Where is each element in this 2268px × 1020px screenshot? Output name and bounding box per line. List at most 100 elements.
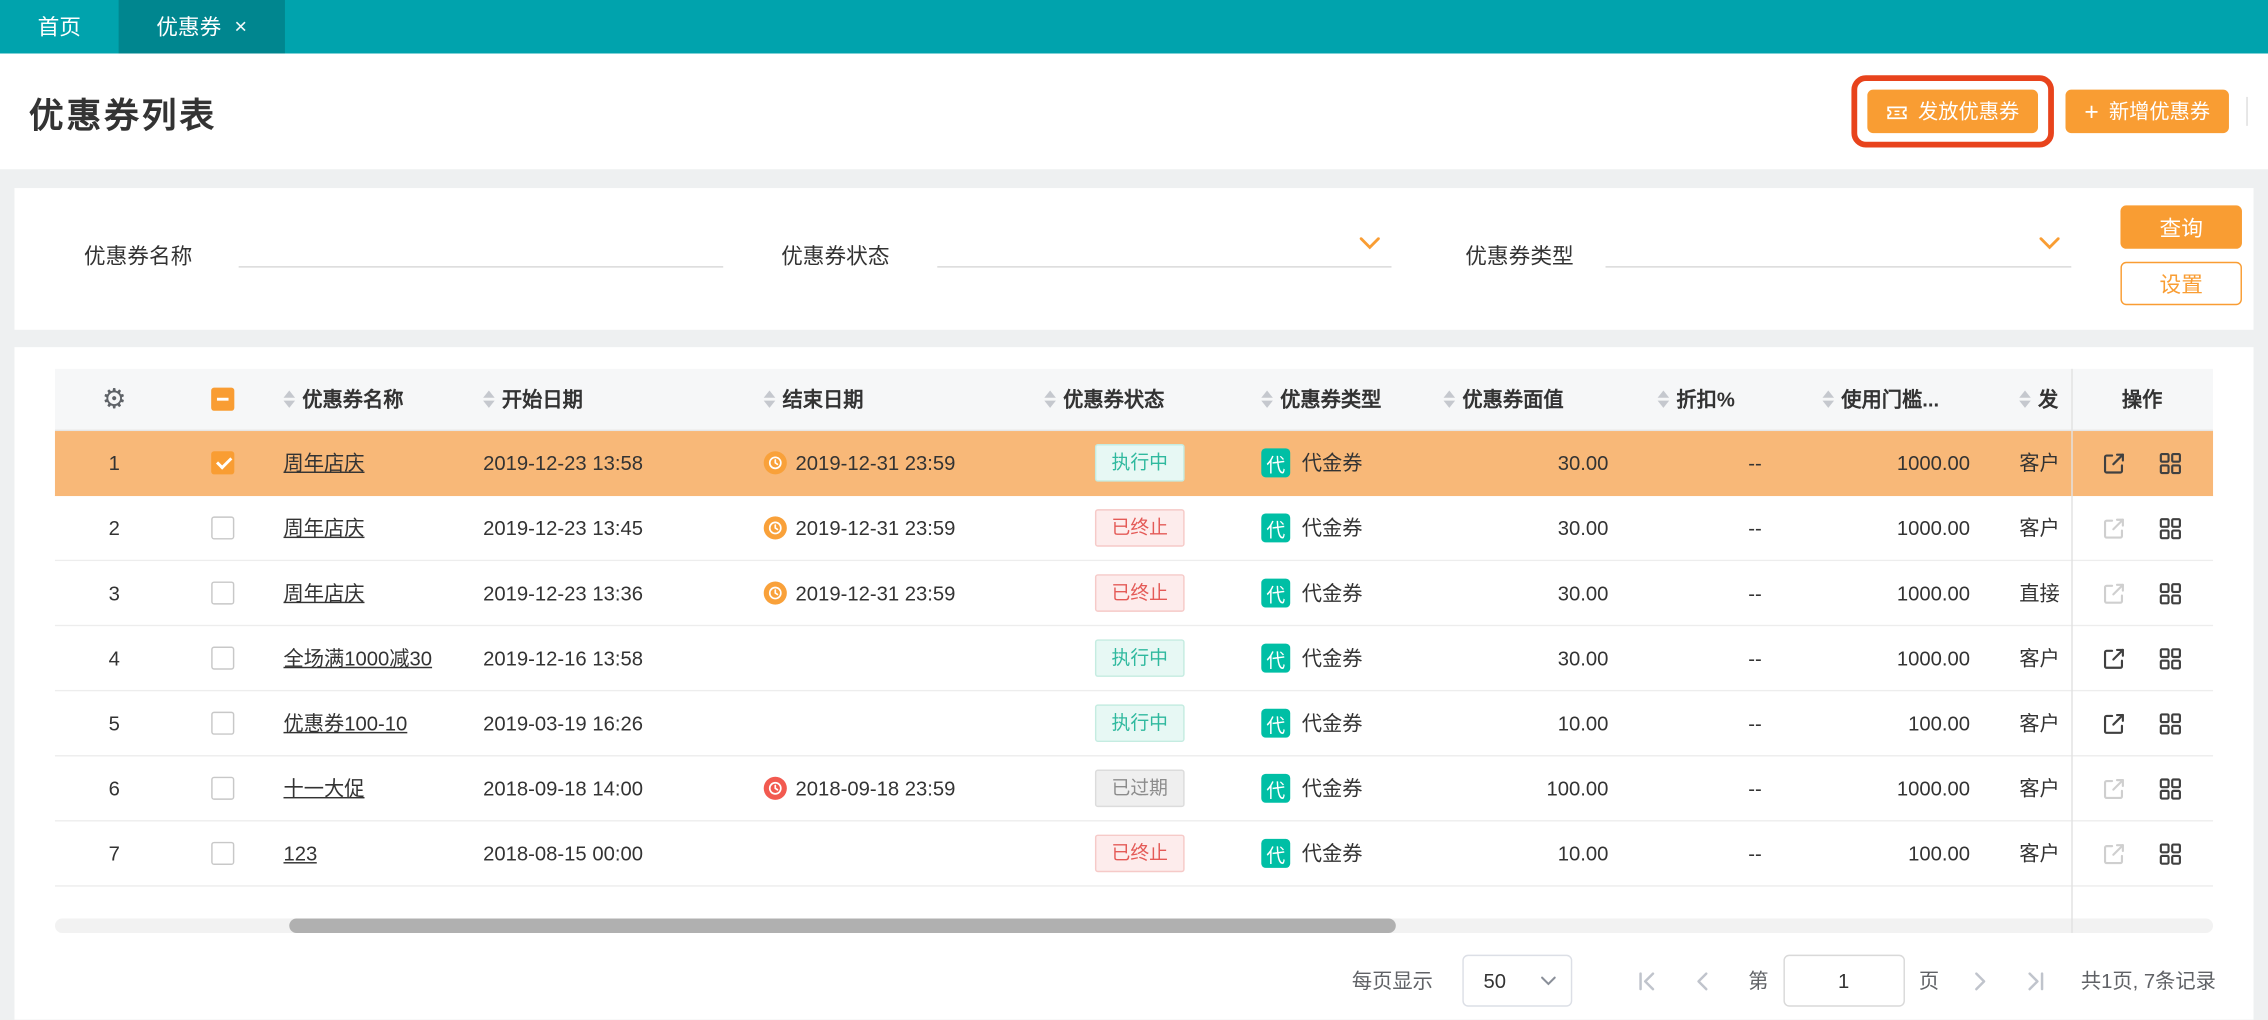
table-row[interactable]: 4 全场满1000减30 2019-12-16 13:58 执行中 代 代金券 … [54,626,2214,692]
column-header-coupon-name[interactable]: 优惠券名称 [272,369,472,430]
coupon-name-link[interactable]: 全场满1000减30 [284,644,433,673]
threshold-value: 1000.00 [1896,581,1971,605]
horizontal-scrollbar[interactable] [54,918,2214,933]
detail-grid-icon[interactable] [2158,776,2183,801]
sort-icon[interactable] [2019,390,2031,408]
sort-icon[interactable] [1822,390,1835,408]
per-page-select[interactable]: 50 [1461,954,1572,1007]
row-checkbox[interactable] [211,711,235,735]
detail-grid-icon[interactable] [2158,451,2183,476]
sort-icon[interactable] [283,390,296,408]
table-row[interactable]: 5 优惠券100-10 2019-03-19 16:26 执行中 代 代金券 1… [54,691,2214,757]
detail-grid-icon[interactable] [2158,646,2183,671]
gear-icon[interactable]: ⚙ [102,385,127,412]
last-page-button[interactable] [2024,970,2046,992]
table-row[interactable]: 2 周年店庆 2019-12-23 13:45 2019-12-31 23:59… [54,496,2214,562]
coupon-type-icon: 代 [1261,708,1291,738]
row-checkbox[interactable] [211,581,235,605]
scrollbar-thumb[interactable] [289,918,1396,933]
chevron-down-icon [1359,237,1380,250]
row-checkbox[interactable] [211,516,235,540]
tab-coupon[interactable]: 优惠券 × [118,0,285,54]
table-row[interactable]: 6 十一大促 2018-09-18 14:00 2018-09-18 23:59… [54,756,2214,822]
column-header-end-date[interactable]: 结束日期 [752,369,1033,430]
coupon-status-select[interactable] [937,217,1392,268]
prev-page-button[interactable] [1692,970,1714,992]
column-header-value[interactable]: 优惠券面值 [1432,369,1646,430]
chevron-down-icon [1540,975,1556,986]
detail-grid-icon[interactable] [2158,516,2183,541]
issue-coupon-icon[interactable] [2102,776,2127,801]
column-header-start-date[interactable]: 开始日期 [472,369,753,430]
sort-icon[interactable] [1443,390,1456,408]
column-header-settings: ⚙ [55,369,174,430]
next-page-button[interactable] [1968,970,1990,992]
detail-grid-icon[interactable] [2158,581,2183,606]
threshold-value: 1000.00 [1896,646,1971,670]
sort-icon[interactable] [483,390,495,408]
start-date: 2019-12-16 13:58 [483,646,644,670]
first-page-button[interactable] [1635,970,1657,992]
table-row[interactable]: 7 123 2018-08-15 00:00 已终止 代 代金券 10.00 -… [54,821,2214,887]
issue-coupon-icon[interactable] [2102,451,2127,476]
issue-coupon-icon[interactable] [2102,841,2127,866]
table-body: 1 周年店庆 2019-12-23 13:58 2019-12-31 23:59… [54,431,2214,887]
coupon-type-select[interactable] [1605,217,2072,268]
start-date: 2019-03-19 16:26 [483,711,644,735]
row-index: 1 [108,451,120,475]
coupon-type-icon: 代 [1261,448,1291,478]
detail-grid-icon[interactable] [2158,711,2183,736]
sort-icon[interactable] [1657,390,1670,408]
issue-coupon-icon[interactable] [2102,711,2127,736]
start-date: 2019-12-23 13:36 [483,581,644,605]
fixed-column-divider [2071,368,2073,933]
issue-coupon-icon[interactable] [2102,581,2127,606]
coupon-type-label: 代金券 [1301,711,1363,735]
page-number-input[interactable] [1782,954,1905,1007]
search-button[interactable]: 查询 [2120,205,2242,249]
coupon-name-link[interactable]: 123 [284,842,318,865]
row-checkbox[interactable] [211,451,235,475]
coupon-name-link[interactable]: 周年店庆 [284,579,365,608]
close-icon[interactable]: × [234,14,247,39]
coupon-type-icon: 代 [1261,578,1291,608]
sort-icon[interactable] [1044,390,1056,408]
coupon-name-input[interactable] [238,217,724,268]
table-row[interactable]: 3 周年店庆 2019-12-23 13:36 2019-12-31 23:59… [54,561,2214,627]
detail-grid-icon[interactable] [2158,841,2183,866]
issue-coupon-button[interactable]: 发放优惠券 [1867,89,2039,134]
issue-coupon-icon[interactable] [2102,646,2127,671]
sort-icon[interactable] [763,390,776,408]
table-card: ⚙ 优惠券名称 开始日期 结束日期 优惠券状态 优惠券类型 优惠券面值 折扣% … [14,347,2254,1020]
discount-value: -- [1748,841,1762,865]
end-date: 2019-12-31 23:59 [763,581,955,605]
row-checkbox[interactable] [211,841,235,865]
coupon-name-link[interactable]: 优惠券100-10 [284,709,408,738]
add-coupon-button[interactable]: + 新增优惠券 [2065,89,2229,134]
annotation-highlight: 发放优惠券 [1851,75,2055,148]
column-header-threshold[interactable]: 使用门槛... [1811,369,2008,430]
issue-method: 客户 [2019,841,2060,865]
select-all-checkbox[interactable] [211,387,235,411]
coupon-name-link[interactable]: 周年店庆 [284,513,365,542]
row-checkbox[interactable] [211,646,235,670]
tab-home[interactable]: 首页 [0,0,119,54]
sort-icon[interactable] [1261,390,1273,408]
column-header-status[interactable]: 优惠券状态 [1033,369,1247,430]
start-date: 2019-12-23 13:45 [483,516,644,540]
row-checkbox[interactable] [211,776,235,800]
threshold-value: 1000.00 [1896,516,1971,540]
column-header-discount[interactable]: 折扣% [1646,369,1811,430]
coupon-type-label: 代金券 [1301,451,1363,475]
column-header-issue-method[interactable]: 发 [2008,369,2072,430]
status-badge: 已终止 [1095,574,1184,612]
settings-button[interactable]: 设置 [2120,261,2242,306]
coupon-type-icon: 代 [1261,643,1291,673]
start-date: 2018-08-15 00:00 [483,841,644,865]
table-row[interactable]: 1 周年店庆 2019-12-23 13:58 2019-12-31 23:59… [54,431,2214,497]
column-header-type[interactable]: 优惠券类型 [1247,369,1432,430]
coupon-name-link[interactable]: 周年店庆 [284,448,365,477]
issue-coupon-icon[interactable] [2102,516,2127,541]
coupon-name-link[interactable]: 十一大促 [284,774,365,803]
row-index: 5 [108,711,120,735]
